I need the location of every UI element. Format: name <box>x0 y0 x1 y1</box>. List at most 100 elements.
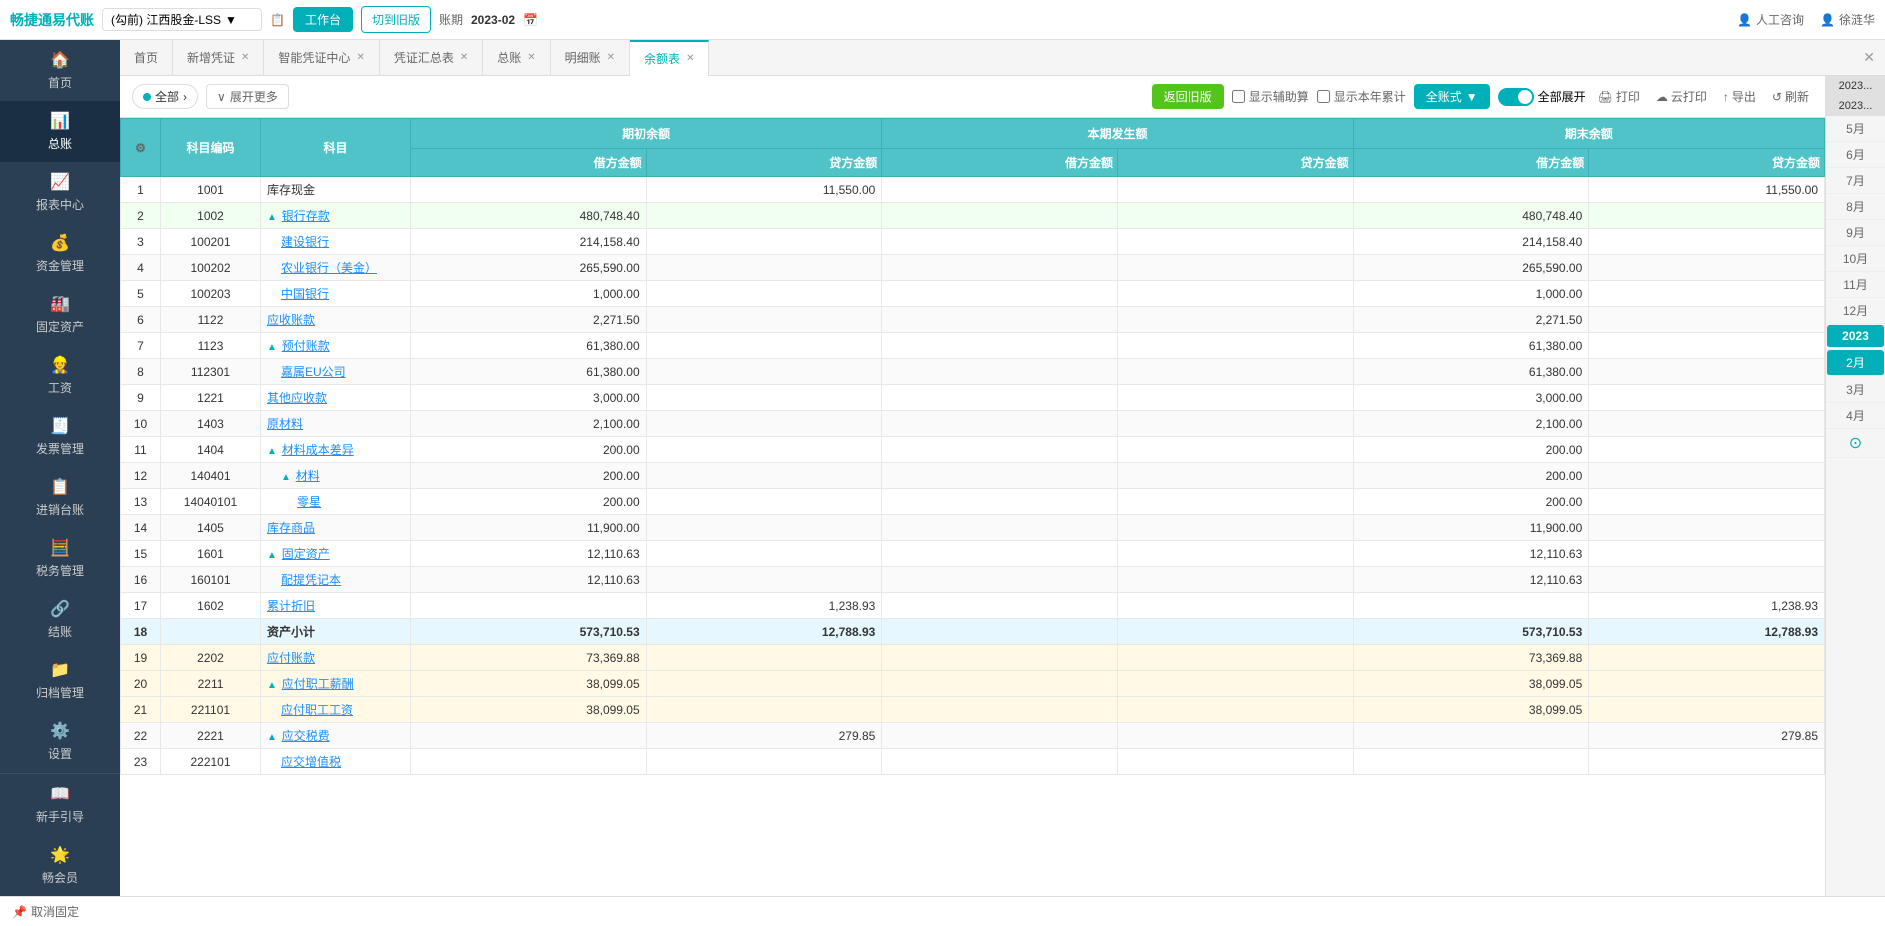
table-cell-name[interactable]: 应交增值税 <box>261 749 411 775</box>
tab-smart-voucher[interactable]: 智能凭证中心 ✕ <box>264 40 379 76</box>
right-panel-month-5[interactable]: 5月 <box>1826 116 1885 142</box>
table-cell-name[interactable]: 中国银行 <box>261 281 411 307</box>
sidebar-item-payroll[interactable]: 👷 工资 <box>0 345 120 406</box>
table-cell-name[interactable]: ▲ 材料成本差异 <box>261 437 411 463</box>
table-cell-name[interactable]: 其他应收款 <box>261 385 411 411</box>
sidebar-item-member[interactable]: 🌟 畅会员 <box>0 835 120 896</box>
export-button[interactable]: ↑ 导出 <box>1719 86 1760 107</box>
tab-detail-ledger-close[interactable]: ✕ <box>607 52 615 63</box>
table-cell-name[interactable]: ▲ 材料 <box>261 463 411 489</box>
tab-general-ledger-close[interactable]: ✕ <box>527 52 535 63</box>
sidebar-item-home[interactable]: 🏠 首页 <box>0 40 120 101</box>
workbench-button[interactable]: 工作台 <box>293 7 353 32</box>
table-cell-name[interactable]: 建设银行 <box>261 229 411 255</box>
tab-voucher-summary[interactable]: 凭证汇总表 ✕ <box>380 40 483 76</box>
account-name-link[interactable]: 中国银行 <box>281 287 329 301</box>
table-cell-name[interactable]: 应收账款 <box>261 307 411 333</box>
table-cell-name[interactable]: 应付账款 <box>261 645 411 671</box>
account-name-link[interactable]: 农业银行（美金） <box>281 261 377 275</box>
account-name-link[interactable]: 建设银行 <box>281 235 329 249</box>
account-name-link[interactable]: 配提凭记本 <box>281 573 341 587</box>
full-mode-button[interactable]: 全账式 ▼ <box>1414 84 1490 109</box>
expand-button[interactable]: ∨ 展开更多 <box>206 84 289 109</box>
tab-balance-sheet-close[interactable]: ✕ <box>686 53 694 64</box>
account-name-link[interactable]: 应付职工工资 <box>281 703 353 717</box>
tab-new-voucher[interactable]: 新增凭证 ✕ <box>173 40 264 76</box>
table-cell-name[interactable]: ▲ 预付账款 <box>261 333 411 359</box>
right-panel-month-2[interactable]: 2月 <box>1827 350 1884 376</box>
table-cell-name[interactable]: 农业银行（美金） <box>261 255 411 281</box>
tab-balance-sheet[interactable]: 余额表 ✕ <box>630 40 709 76</box>
account-name-link[interactable]: 材料成本差异 <box>282 443 354 457</box>
account-name-link[interactable]: 固定资产 <box>282 547 330 561</box>
sidebar-item-archive[interactable]: 📁 归档管理 <box>0 650 120 711</box>
account-name-link[interactable]: 应交税费 <box>282 729 330 743</box>
calendar-icon[interactable]: 📅 <box>523 13 538 27</box>
right-panel-month-8[interactable]: 8月 <box>1826 194 1885 220</box>
show-aux-input[interactable] <box>1232 90 1245 103</box>
sidebar-item-close[interactable]: 🔗 结账 <box>0 589 120 650</box>
close-all-tabs[interactable]: ✕ <box>1853 49 1885 66</box>
right-panel-month-9[interactable]: 9月 <box>1826 220 1885 246</box>
sidebar-item-guide[interactable]: 📖 新手引导 <box>0 774 120 835</box>
table-cell-name[interactable]: ▲ 应交税费 <box>261 723 411 749</box>
account-name-link[interactable]: 预付账款 <box>282 339 330 353</box>
right-panel-month-11[interactable]: 11月 <box>1826 272 1885 298</box>
refresh-button[interactable]: ↺ 刷新 <box>1768 86 1813 107</box>
table-cell-name[interactable]: 零星 <box>261 489 411 515</box>
switch-version-button[interactable]: 切到旧版 <box>361 6 431 33</box>
right-panel-month-6[interactable]: 6月 <box>1826 142 1885 168</box>
show-ytd-checkbox[interactable]: 显示本年累计 <box>1317 88 1406 105</box>
consult-link[interactable]: 👤 人工咨询 <box>1737 11 1804 28</box>
user-profile[interactable]: 👤 徐涟华 <box>1820 11 1875 28</box>
sidebar-item-purchsale[interactable]: 📋 进销台账 <box>0 467 120 528</box>
table-cell-name[interactable]: 嘉属EU公司 <box>261 359 411 385</box>
table-cell-name[interactable]: 配提凭记本 <box>261 567 411 593</box>
toggle-control[interactable] <box>1498 88 1534 106</box>
account-name-link[interactable]: 原材料 <box>267 417 303 431</box>
settings-gear-icon[interactable]: ⚙ <box>135 141 146 155</box>
tab-detail-ledger[interactable]: 明细账 ✕ <box>551 40 630 76</box>
table-cell-name[interactable]: 库存商品 <box>261 515 411 541</box>
expand-all-toggle[interactable]: 全部展开 <box>1498 88 1586 106</box>
sidebar-item-assets[interactable]: 🏭 固定资产 <box>0 284 120 345</box>
company-selector[interactable]: (勾前) 江西股金-LSS ▼ <box>102 8 262 31</box>
sidebar-item-invoice[interactable]: 🧾 发票管理 <box>0 406 120 467</box>
tab-smart-voucher-close[interactable]: ✕ <box>356 52 364 63</box>
table-cell-name[interactable]: ▲ 应付职工薪酬 <box>261 671 411 697</box>
tab-voucher-summary-close[interactable]: ✕ <box>460 52 468 63</box>
show-aux-checkbox[interactable]: 显示辅助算 <box>1232 88 1309 105</box>
copy-icon[interactable]: 📋 <box>270 13 285 27</box>
table-container[interactable]: ⚙ 科目编码 科目 期初余额 本期发生额 期末余额 借方金额 贷方金额 <box>120 118 1825 896</box>
table-cell-name[interactable]: 原材料 <box>261 411 411 437</box>
return-old-version-button[interactable]: 返回旧版 <box>1152 84 1224 109</box>
account-name-link[interactable]: 应收账款 <box>267 313 315 327</box>
account-name-link[interactable]: 库存商品 <box>267 521 315 535</box>
right-panel-month-4[interactable]: 4月 <box>1826 403 1885 429</box>
tab-new-voucher-close[interactable]: ✕ <box>241 52 249 63</box>
right-panel-year-2023[interactable]: 2023 <box>1827 325 1884 348</box>
sidebar-item-ledger[interactable]: 📊 总账 <box>0 101 120 162</box>
right-panel-month-12[interactable]: 12月 <box>1826 298 1885 324</box>
sidebar-item-finance[interactable]: 💰 资金管理 <box>0 223 120 284</box>
sidebar-item-reports[interactable]: 📈 报表中心 <box>0 162 120 223</box>
table-cell-name[interactable]: ▲ 固定资产 <box>261 541 411 567</box>
right-panel-month-10[interactable]: 10月 <box>1826 246 1885 272</box>
sidebar-item-tax[interactable]: 🧮 税务管理 <box>0 528 120 589</box>
table-cell-name[interactable]: 累计折旧 <box>261 593 411 619</box>
account-name-link[interactable]: 应付账款 <box>267 651 315 665</box>
account-name-link[interactable]: 材料 <box>296 469 320 483</box>
account-name-link[interactable]: 嘉属EU公司 <box>281 365 346 379</box>
account-name-link[interactable]: 银行存款 <box>282 209 330 223</box>
filter-button[interactable]: 全部 › <box>132 84 198 109</box>
right-panel-month-7[interactable]: 7月 <box>1826 168 1885 194</box>
tab-general-ledger[interactable]: 总账 ✕ <box>483 40 550 76</box>
account-name-link[interactable]: 零星 <box>297 495 321 509</box>
show-ytd-input[interactable] <box>1317 90 1330 103</box>
print-button[interactable]: 🖨 打印 <box>1594 86 1644 107</box>
right-panel-month-3[interactable]: 3月 <box>1826 377 1885 403</box>
cloud-print-button[interactable]: ☁ 云打印 <box>1652 86 1711 107</box>
table-cell-name[interactable]: ▲ 银行存款 <box>261 203 411 229</box>
sidebar-item-settings[interactable]: ⚙️ 设置 <box>0 711 120 772</box>
account-name-link[interactable]: 应付职工薪酬 <box>282 677 354 691</box>
